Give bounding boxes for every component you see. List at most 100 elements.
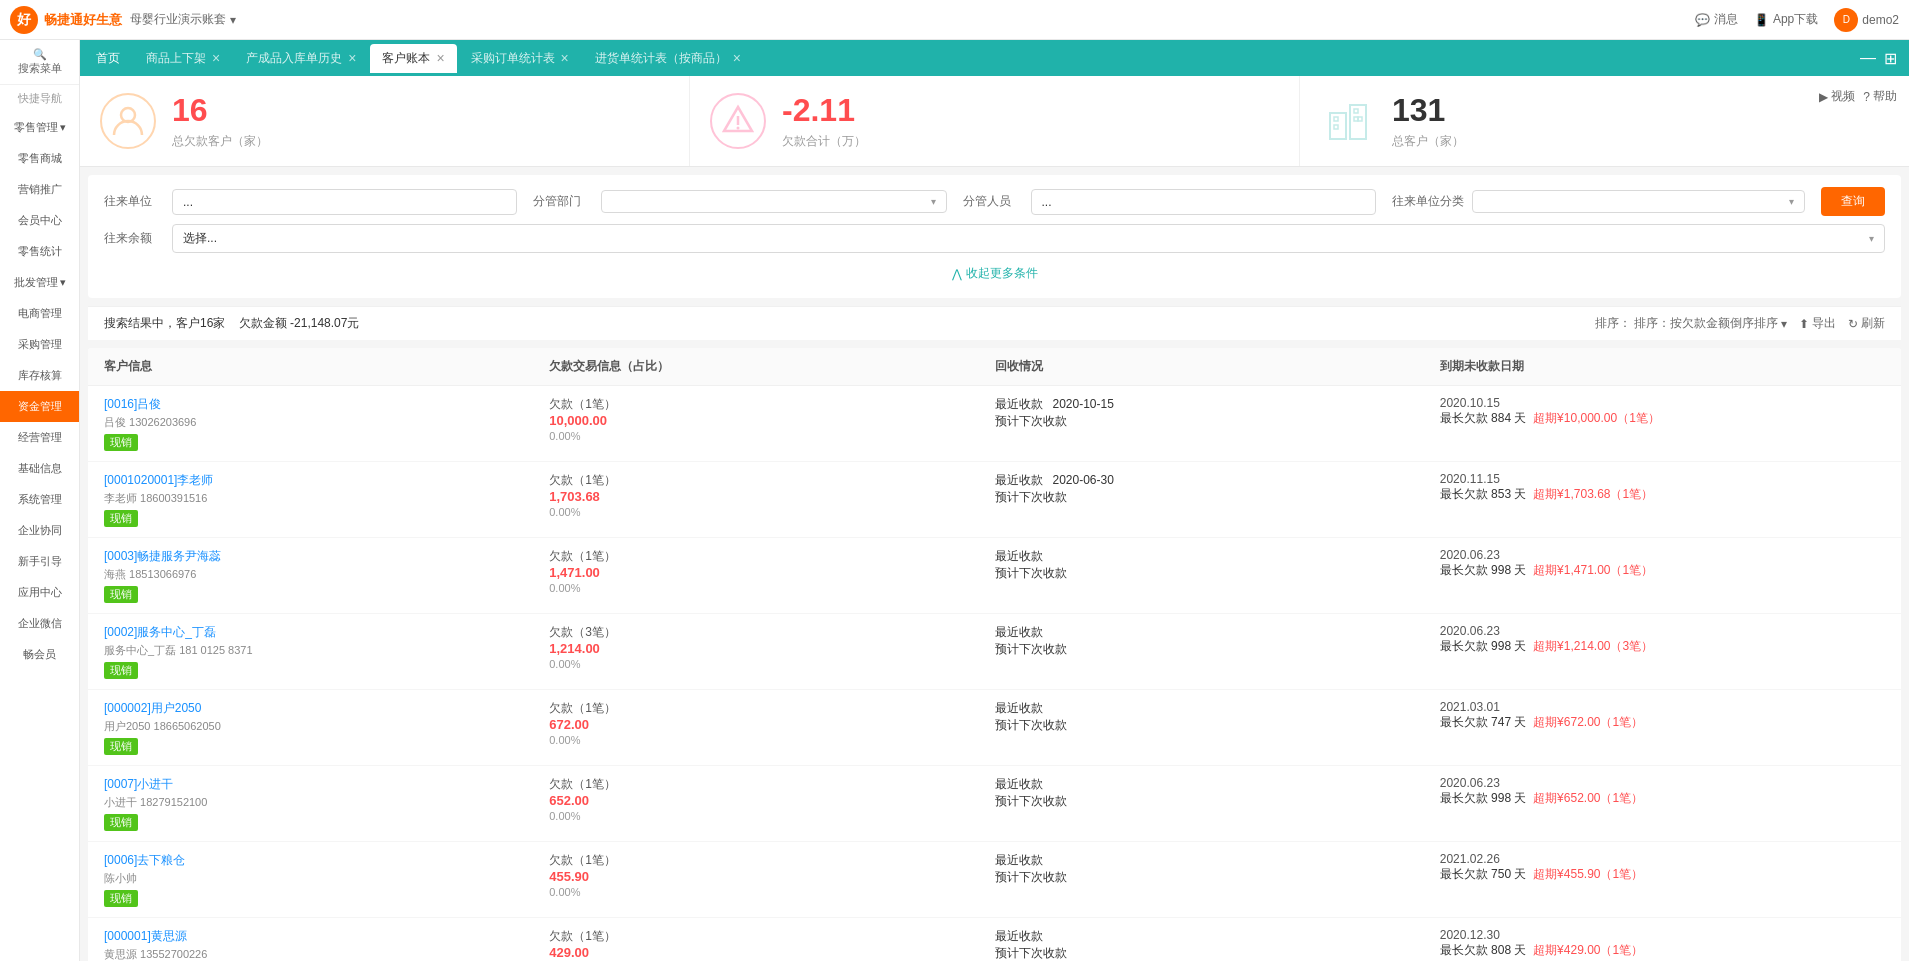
debt-amount-6[interactable]: 455.90 <box>549 869 994 884</box>
due-date-3: 2020.06.23 <box>1440 624 1885 638</box>
sidebar-search[interactable]: 🔍 搜索菜单 <box>0 40 79 85</box>
sidebar-item-member[interactable]: 畅会员 <box>0 639 79 670</box>
customer-name-7[interactable]: [000001]黄思源 <box>104 928 549 945</box>
app-download-btn[interactable]: 📱 App下载 <box>1754 11 1818 28</box>
overdue-link-0[interactable]: 超期¥10,000.00（1笔） <box>1533 411 1660 425</box>
tab-home[interactable]: 首页 <box>84 44 132 73</box>
search-button[interactable]: 查询 <box>1821 187 1885 216</box>
sidebar-item-enterprise-collab[interactable]: 企业协同 <box>0 515 79 546</box>
sidebar-item-ecommerce[interactable]: 电商管理 <box>0 298 79 329</box>
svg-rect-6 <box>1334 117 1338 121</box>
customer-name-1[interactable]: [0001020001]李老师 <box>104 472 549 489</box>
due-cell-7: 2020.12.30 最长欠款 808 天 超期¥429.00（1笔） <box>1440 928 1885 959</box>
sidebar-item-membership[interactable]: 会员中心 <box>0 205 79 236</box>
overdue-info-5: 最长欠款 998 天 超期¥652.00（1笔） <box>1440 790 1885 807</box>
filter-item-unit: 往来单位 ... <box>104 189 517 215</box>
tab-maximize-icon[interactable]: ⊞ <box>1884 49 1897 68</box>
sidebar-item-operations[interactable]: 经营管理 <box>0 422 79 453</box>
store-selector[interactable]: 母婴行业演示账套 ▾ <box>130 11 236 28</box>
collapse-button[interactable]: ⋀ 收起更多条件 <box>948 261 1042 286</box>
customer-name-4[interactable]: [000002]用户2050 <box>104 700 549 717</box>
recovery-cell-7: 最近收款 预计下次收款 <box>995 928 1440 961</box>
sidebar-item-new-guide[interactable]: 新手引导 <box>0 546 79 577</box>
sidebar-item-capital-mgmt[interactable]: 资金管理 <box>0 391 79 422</box>
customer-cell-6: [0006]去下粮仓 陈小帅 现销 <box>104 852 549 907</box>
tab-production-history[interactable]: 产成品入库单历史 × <box>234 44 368 73</box>
sidebar-item-stock[interactable]: 库存核算 <box>0 360 79 391</box>
sidebar-item-purchase[interactable]: 采购管理 <box>0 329 79 360</box>
export-btn[interactable]: ⬆ 导出 <box>1799 315 1836 332</box>
customer-cell-0: [0016]吕俊 吕俊 13026203696 现销 <box>104 396 549 451</box>
tab-customer-account[interactable]: 客户账本 × <box>370 44 456 73</box>
filter-input-person[interactable]: ... <box>1031 189 1376 215</box>
stat-card-total-customers: 131 总客户（家） ▶ 视频 ? 帮助 <box>1300 76 1909 166</box>
debt-cell-3: 欠款（3笔） 1,214.00 0.00% <box>549 624 994 670</box>
close-icon5[interactable]: × <box>733 51 741 65</box>
overdue-link-2[interactable]: 超期¥1,471.00（1笔） <box>1533 563 1653 577</box>
debt-amount-3[interactable]: 1,214.00 <box>549 641 994 656</box>
recovery-cell-5: 最近收款 预计下次收款 <box>995 776 1440 810</box>
overdue-link-3[interactable]: 超期¥1,214.00（3笔） <box>1533 639 1653 653</box>
content-area: 首页 商品上下架 × 产成品入库单历史 × 客户账本 × 采购订单统计表 × 进… <box>80 40 1909 961</box>
debt-amount-7[interactable]: 429.00 <box>549 945 994 960</box>
filter-label-unit: 往来单位 <box>104 193 164 210</box>
sidebar-item-enterprise-wechat[interactable]: 企业微信 <box>0 608 79 639</box>
debt-amount-2[interactable]: 1,471.00 <box>549 565 994 580</box>
customer-tag-2: 现销 <box>104 586 138 603</box>
overdue-link-4[interactable]: 超期¥672.00（1笔） <box>1533 715 1643 729</box>
filter-select-unit-class[interactable]: ▾ <box>1472 190 1805 213</box>
sidebar-item-retail-mgmt[interactable]: 零售管理 ▾ <box>0 112 79 143</box>
filter-select-balance[interactable]: 选择... ▾ <box>172 224 1885 253</box>
table-row: [000002]用户2050 用户2050 18665062050 现销 欠款（… <box>88 690 1901 766</box>
close-icon2[interactable]: × <box>348 51 356 65</box>
video-btn[interactable]: ▶ 视频 <box>1819 88 1855 105</box>
customer-cell-5: [0007]小进干 小进干 18279152100 现销 <box>104 776 549 831</box>
debt-amount-5[interactable]: 652.00 <box>549 793 994 808</box>
tab-minimize-icon[interactable]: — <box>1860 49 1876 67</box>
table-row: [0007]小进干 小进干 18279152100 现销 欠款（1笔） 652.… <box>88 766 1901 842</box>
customer-name-6[interactable]: [0006]去下粮仓 <box>104 852 549 869</box>
refresh-btn[interactable]: ↻ 刷新 <box>1848 315 1885 332</box>
tab-purchase-order[interactable]: 采购订单统计表 × <box>459 44 581 73</box>
tab-incoming-stats[interactable]: 进货单统计表（按商品） × <box>583 44 753 73</box>
message-btn[interactable]: 💬 消息 <box>1695 11 1738 28</box>
overdue-link-1[interactable]: 超期¥1,703.68（1笔） <box>1533 487 1653 501</box>
close-icon[interactable]: × <box>212 51 220 65</box>
customer-cell-4: [000002]用户2050 用户2050 18665062050 现销 <box>104 700 549 755</box>
customer-contact-2: 海燕 18513066976 <box>104 567 549 582</box>
sidebar-item-app-center[interactable]: 应用中心 <box>0 577 79 608</box>
sidebar-item-basic-info[interactable]: 基础信息 <box>0 453 79 484</box>
customer-name-5[interactable]: [0007]小进干 <box>104 776 549 793</box>
overdue-link-7[interactable]: 超期¥429.00（1笔） <box>1533 943 1643 957</box>
overdue-info-1: 最长欠款 853 天 超期¥1,703.68（1笔） <box>1440 486 1885 503</box>
sidebar-item-retail-stats[interactable]: 零售统计 <box>0 236 79 267</box>
filter-select-dept[interactable]: ▾ <box>601 190 946 213</box>
filter-label-person: 分管人员 <box>963 193 1023 210</box>
tab-products-shelf[interactable]: 商品上下架 × <box>134 44 232 73</box>
sidebar-item-marketing[interactable]: 营销推广 <box>0 174 79 205</box>
logo-area: 好 畅捷通好生意 <box>10 6 122 34</box>
customer-name-3[interactable]: [0002]服务中心_丁磊 <box>104 624 549 641</box>
debt-count-1: 欠款（1笔） <box>549 472 994 489</box>
close-icon4[interactable]: × <box>561 51 569 65</box>
close-icon3[interactable]: × <box>436 51 444 65</box>
debt-amount-4[interactable]: 672.00 <box>549 717 994 732</box>
debt-amount-0[interactable]: 10,000.00 <box>549 413 994 428</box>
filter-input-unit[interactable]: ... <box>172 189 517 215</box>
overdue-link-6[interactable]: 超期¥455.90（1笔） <box>1533 867 1643 881</box>
customer-name-0[interactable]: [0016]吕俊 <box>104 396 549 413</box>
tab-bar: 首页 商品上下架 × 产成品入库单历史 × 客户账本 × 采购订单统计表 × 进… <box>80 40 1909 76</box>
sidebar-item-batch-mgmt[interactable]: 批发管理 ▾ <box>0 267 79 298</box>
sidebar-item-retail-store[interactable]: 零售商城 <box>0 143 79 174</box>
help-btn[interactable]: ? 帮助 <box>1863 88 1897 105</box>
customer-tag-3: 现销 <box>104 662 138 679</box>
debt-amount-1[interactable]: 1,703.68 <box>549 489 994 504</box>
col-header-due-date: 到期未收款日期 <box>1440 358 1885 375</box>
user-area[interactable]: D demo2 <box>1834 8 1899 32</box>
overdue-info-6: 最长欠款 750 天 超期¥455.90（1笔） <box>1440 866 1885 883</box>
stat-number-2: -2.11 <box>782 92 866 129</box>
svg-rect-7 <box>1334 125 1338 129</box>
customer-name-2[interactable]: [0003]畅捷服务尹海蕊 <box>104 548 549 565</box>
sidebar-item-system[interactable]: 系统管理 <box>0 484 79 515</box>
overdue-link-5[interactable]: 超期¥652.00（1笔） <box>1533 791 1643 805</box>
